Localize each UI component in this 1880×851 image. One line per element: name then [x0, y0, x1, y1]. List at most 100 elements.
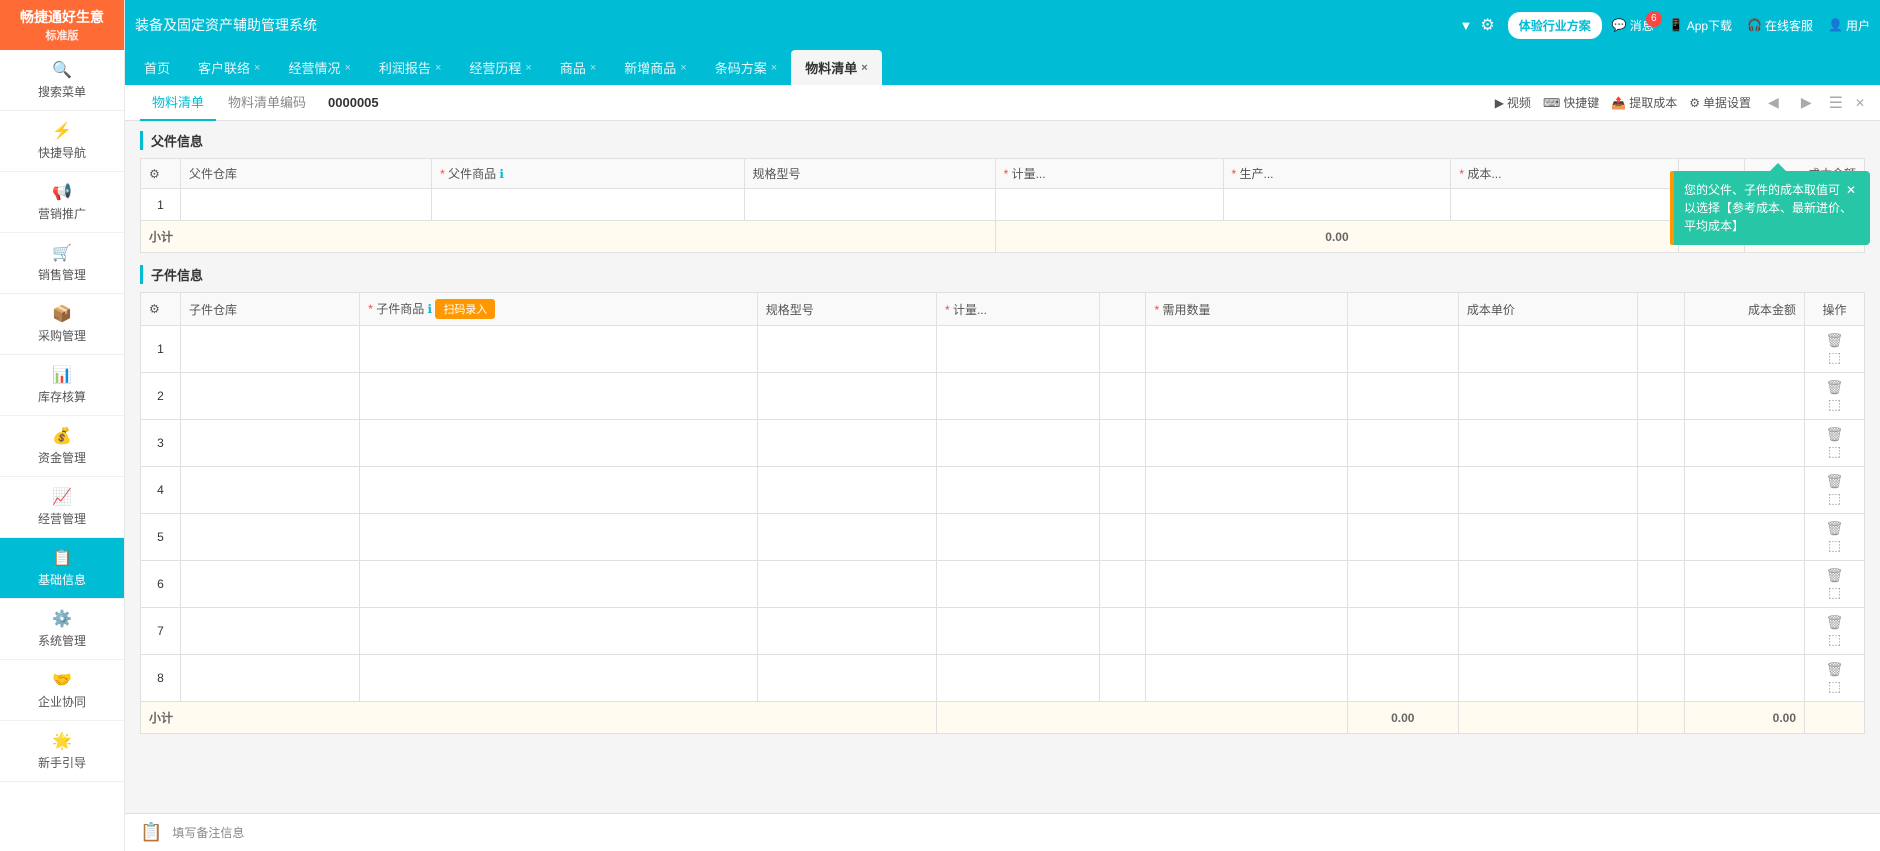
copy-icon[interactable]: ⬚ — [1828, 443, 1841, 459]
parent-produce-cell[interactable] — [1223, 189, 1451, 221]
delete-icon[interactable]: 🗑 — [1826, 661, 1844, 677]
parent-warehouse-cell[interactable] — [181, 189, 432, 221]
online-service-item[interactable]: 🎧 在线客服 — [1747, 17, 1813, 34]
child-product-cell[interactable] — [360, 514, 758, 561]
tab-close-icon[interactable]: × — [525, 62, 531, 74]
tab-close-icon[interactable]: × — [590, 62, 596, 74]
child-product-cell[interactable] — [360, 326, 758, 373]
child-spec-cell[interactable] — [757, 608, 936, 655]
sidebar-item-企业协同[interactable]: 🤝企业协同 — [0, 660, 124, 721]
nav-tab-物料清单[interactable]: 物料清单 × — [791, 50, 881, 85]
extract-cost-btn[interactable]: 📤 提取成本 — [1611, 94, 1677, 111]
scan-btn[interactable]: 扫码录入 — [435, 299, 495, 319]
child-product-info-icon[interactable]: ℹ — [428, 302, 433, 316]
parent-product-cell[interactable] — [432, 189, 744, 221]
copy-icon[interactable]: ⬚ — [1828, 584, 1841, 600]
tab-close-icon[interactable]: × — [771, 62, 777, 74]
child-warehouse-cell[interactable] — [181, 467, 360, 514]
nav-tab-商品[interactable]: 商品 × — [546, 50, 610, 85]
delete-icon[interactable]: 🗑 — [1826, 473, 1844, 489]
delete-icon[interactable]: 🗑 — [1826, 520, 1844, 536]
child-warehouse-cell[interactable] — [181, 655, 360, 702]
sidebar-item-搜索菜单[interactable]: 🔍搜索菜单 — [0, 50, 124, 111]
sidebar-item-营销推广[interactable]: 📢营销推广 — [0, 172, 124, 233]
sidebar-item-快捷导航[interactable]: ⚡快捷导航 — [0, 111, 124, 172]
tab-close-icon[interactable]: × — [344, 62, 350, 74]
sidebar-item-新手引导[interactable]: 🌟新手引导 — [0, 721, 124, 782]
child-spec-cell[interactable] — [757, 420, 936, 467]
sidebar-item-库存核算[interactable]: 📊库存核算 — [0, 355, 124, 416]
tab-close-icon[interactable]: × — [254, 62, 260, 74]
child-warehouse-cell[interactable] — [181, 326, 360, 373]
copy-icon[interactable]: ⬚ — [1828, 678, 1841, 694]
child-unit-cell[interactable] — [936, 326, 1099, 373]
child-unit-cell[interactable] — [936, 514, 1099, 561]
menu-icon[interactable]: ☰ — [1829, 93, 1843, 113]
child-warehouse-cell[interactable] — [181, 373, 360, 420]
parent-spec-cell[interactable] — [744, 189, 995, 221]
video-btn[interactable]: ▶ 视频 — [1495, 94, 1531, 111]
child-qty-cell[interactable] — [1146, 467, 1347, 514]
app-download-item[interactable]: 📱 App下载 — [1669, 17, 1732, 34]
shortcut-btn[interactable]: ⌨ 快捷键 — [1543, 94, 1599, 111]
sidebar-item-系统管理[interactable]: ⚙️系统管理 — [0, 599, 124, 660]
copy-icon[interactable]: ⬚ — [1828, 490, 1841, 506]
child-qty-cell[interactable] — [1146, 655, 1347, 702]
child-qty-cell[interactable] — [1146, 326, 1347, 373]
sidebar-item-基础信息[interactable]: 📋基础信息 — [0, 538, 124, 599]
delete-icon[interactable]: 🗑 — [1826, 379, 1844, 395]
child-spec-cell[interactable] — [757, 326, 936, 373]
child-qty-cell[interactable] — [1146, 608, 1347, 655]
parent-col-gear[interactable]: ⚙ — [141, 159, 181, 189]
child-unit-cost-cell[interactable] — [1458, 420, 1637, 467]
nav-tab-利润报告[interactable]: 利润报告 × — [365, 50, 455, 85]
child-qty-cell[interactable] — [1146, 514, 1347, 561]
child-unit-cell[interactable] — [936, 608, 1099, 655]
child-warehouse-cell[interactable] — [181, 561, 360, 608]
tooltip-close-btn[interactable]: ✕ — [1846, 181, 1856, 199]
nav-tab-经营历程[interactable]: 经营历程 × — [455, 50, 545, 85]
child-unit-cost-cell[interactable] — [1458, 373, 1637, 420]
nav-tab-经营情况[interactable]: 经营情况 × — [274, 50, 364, 85]
dropdown-arrow[interactable]: ▼ — [1460, 18, 1473, 33]
child-unit-cell[interactable] — [936, 655, 1099, 702]
close-page-icon[interactable]: ✕ — [1855, 96, 1865, 110]
child-unit-cost-cell[interactable] — [1458, 514, 1637, 561]
child-unit-cost-cell[interactable] — [1458, 467, 1637, 514]
delete-icon[interactable]: 🗑 — [1826, 567, 1844, 583]
child-spec-cell[interactable] — [757, 467, 936, 514]
child-warehouse-cell[interactable] — [181, 608, 360, 655]
child-unit-cost-cell[interactable] — [1458, 655, 1637, 702]
child-spec-cell[interactable] — [757, 514, 936, 561]
child-warehouse-cell[interactable] — [181, 514, 360, 561]
sidebar-item-采购管理[interactable]: 📦采购管理 — [0, 294, 124, 355]
product-info-icon[interactable]: ℹ — [499, 167, 504, 181]
child-product-cell[interactable] — [360, 373, 758, 420]
messages-icon-item[interactable]: 💬 消息 6 — [1612, 17, 1654, 34]
child-spec-cell[interactable] — [757, 373, 936, 420]
child-product-cell[interactable] — [360, 608, 758, 655]
child-spec-cell[interactable] — [757, 561, 936, 608]
subnav-tab-bill[interactable]: 物料清单 — [140, 85, 216, 121]
nav-tab-新增商品[interactable]: 新增商品 × — [610, 50, 700, 85]
child-qty-cell[interactable] — [1146, 373, 1347, 420]
parent-unit-cell[interactable] — [995, 189, 1223, 221]
tab-close-icon[interactable]: × — [435, 62, 441, 74]
child-warehouse-cell[interactable] — [181, 420, 360, 467]
doc-settings-btn[interactable]: ⚙ 单据设置 — [1689, 94, 1751, 111]
settings-icon[interactable]: ⚙ — [1480, 15, 1494, 35]
child-unit-cell[interactable] — [936, 561, 1099, 608]
child-unit-cell[interactable] — [936, 373, 1099, 420]
parent-cost-cell[interactable] — [1451, 189, 1679, 221]
child-product-cell[interactable] — [360, 561, 758, 608]
delete-icon[interactable]: 🗑 — [1826, 426, 1844, 442]
sidebar-item-销售管理[interactable]: 🛒销售管理 — [0, 233, 124, 294]
right-arrow[interactable]: ▶ — [1796, 92, 1817, 113]
nav-tab-条码方案[interactable]: 条码方案 × — [701, 50, 791, 85]
child-qty-cell[interactable] — [1146, 420, 1347, 467]
child-product-cell[interactable] — [360, 420, 758, 467]
child-col-gear[interactable]: ⚙ — [141, 293, 181, 326]
child-unit-cost-cell[interactable] — [1458, 326, 1637, 373]
delete-icon[interactable]: 🗑 — [1826, 614, 1844, 630]
child-product-cell[interactable] — [360, 655, 758, 702]
